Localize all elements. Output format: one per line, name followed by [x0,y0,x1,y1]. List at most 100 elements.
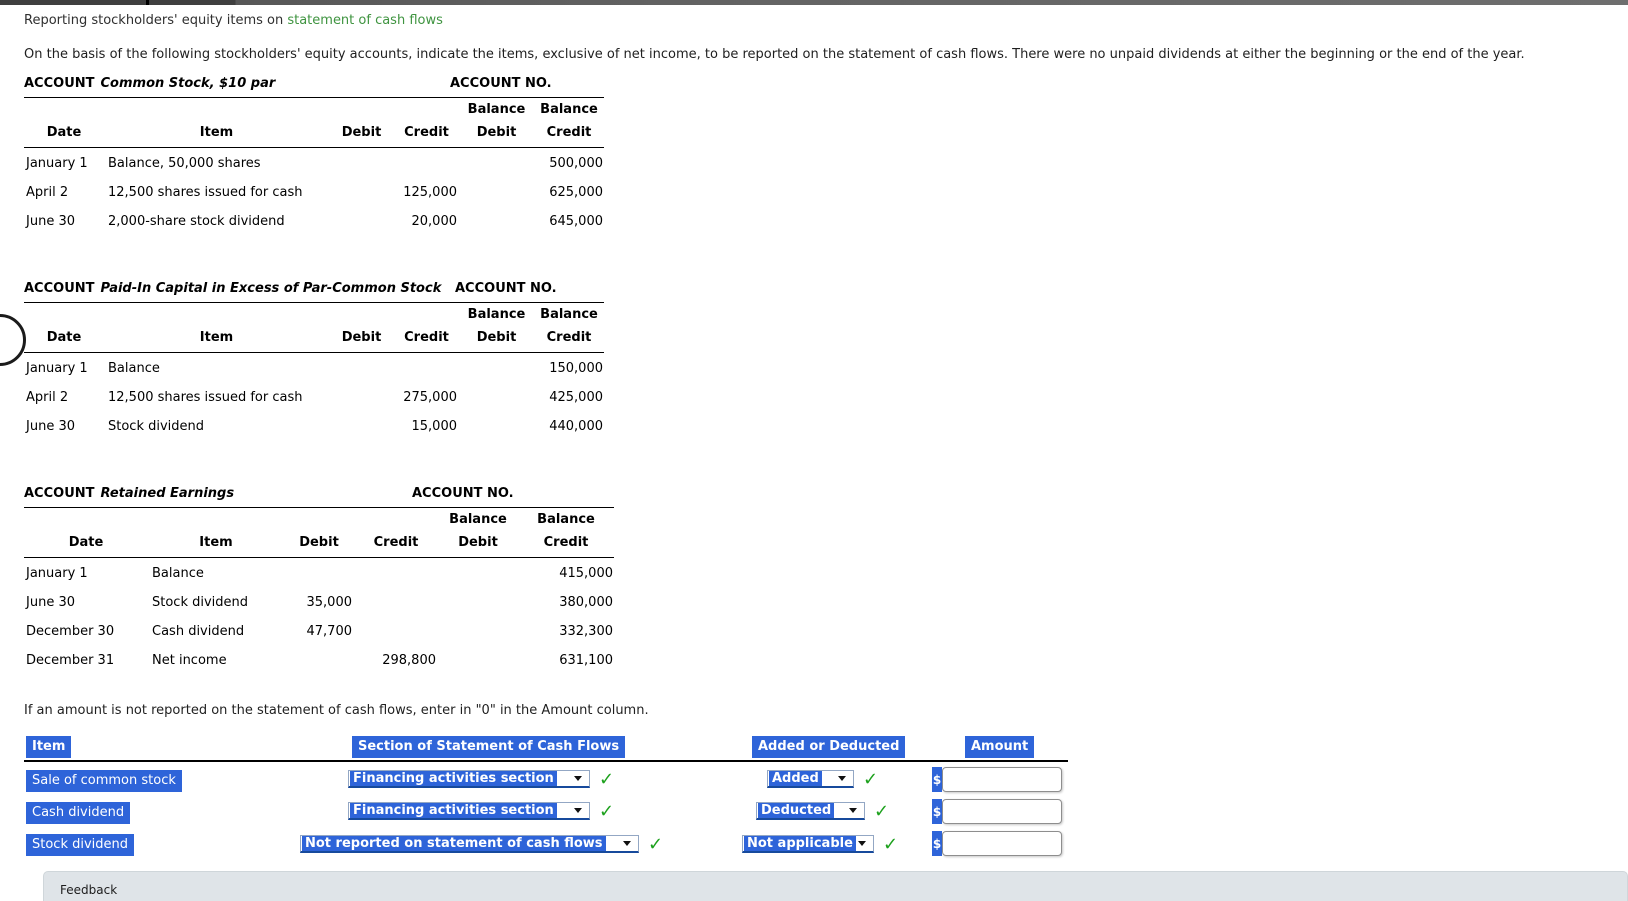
balance-credit-cell: 150,000 [549,361,603,376]
added-deducted-select-row2[interactable]: Deducted [756,802,865,820]
credit-cell: 275,000 [403,390,457,405]
date-cell: June 30 [26,595,75,610]
balance-debit-cell [459,362,534,376]
table-rule [24,557,614,558]
balance-credit-cell: 380,000 [559,595,613,610]
item-cell: Balance, 50,000 shares [108,156,261,171]
account-table-common-stock: ACCOUNT Common Stock, $10 par ACCOUNT NO.… [24,76,604,229]
item-header: Item [199,330,234,345]
cash-flows-link[interactable]: statement of cash flows [287,13,443,28]
section-select-row1-wrap: Financing activities section ✓ [348,770,614,788]
item-label-sale-of-common-stock: Sale of common stock [26,770,182,792]
item-cell: 2,000-share stock dividend [108,214,285,229]
date-header: Date [46,125,82,140]
balance-header: Balance [540,307,598,322]
account-label: ACCOUNT [24,486,95,501]
balance-header: Balance [449,512,507,527]
table-row: June 30 Stock dividend 15,000 440,000 [24,420,604,434]
credit-cell: 20,000 [411,214,458,229]
balance-debit-header: Debit [458,535,498,550]
debit-cell: 35,000 [306,595,353,610]
dropdown-arrow-icon [623,841,631,846]
balance-debit-header: Debit [476,125,517,140]
balance-header: Balance [540,102,598,117]
debit-cell [329,391,394,405]
section-select-value: Financing activities section [350,803,557,818]
amount-field-row2: $ [932,799,1062,824]
credit-cell: 298,800 [382,653,436,668]
amount-input-row1[interactable] [942,767,1062,792]
amount-input-row2[interactable] [942,799,1062,824]
date-cell: December 31 [26,653,115,668]
balance-debit-cell [438,567,518,581]
date-cell: June 30 [26,214,75,229]
table-row: April 2 12,500 shares issued for cash 27… [24,391,604,405]
section-select-row3[interactable]: Not reported on statement of cash flows [300,835,639,853]
section-select-row1[interactable]: Financing activities section [348,770,590,788]
debit-header: Debit [299,535,339,550]
item-cell: Stock dividend [108,419,205,434]
added-deducted-select-row3[interactable]: Not applicable [742,835,874,853]
correct-check-icon: ✓ [599,800,615,822]
balance-credit-cell: 425,000 [549,390,603,405]
date-cell: April 2 [26,185,69,200]
balance-debit-cell [459,420,534,434]
item-cell: Stock dividend [152,595,249,610]
balance-debit-cell [438,625,518,639]
table-row: June 30 2,000-share stock dividend 20,00… [24,215,604,229]
table-row: December 30 Cash dividend 47,700 332,300 [24,625,614,639]
balance-header: Balance [467,307,526,322]
balance-credit-cell: 440,000 [549,419,603,434]
account-table-retained-earnings: ACCOUNT Retained Earnings ACCOUNT NO. Bal… [24,486,614,668]
item-cell: 12,500 shares issued for cash [108,185,303,200]
item-cell: Balance [108,361,160,376]
date-header: Date [46,330,82,345]
table-row: April 2 12,500 shares issued for cash 12… [24,186,604,200]
item-cell: Net income [152,653,227,668]
amount-input-row3[interactable] [942,831,1062,856]
debit-cell [284,654,354,668]
section-select-value: Not reported on statement of cash flows [302,836,606,851]
balance-debit-cell [459,157,534,171]
amount-field-row3: $ [932,831,1062,856]
column-header-row: Date Item Debit Credit Debit Credit [24,126,604,140]
credit-cell [394,362,459,376]
added-deducted-select-row3-wrap: Not applicable ✓ [742,835,898,853]
account-header: ACCOUNT Common Stock, $10 par ACCOUNT NO. [24,76,604,98]
item-label-stock-dividend: Stock dividend [26,834,135,856]
account-no-label: ACCOUNT NO. [450,76,552,91]
date-cell: January 1 [26,566,88,581]
column-header-row: Date Item Debit Credit Debit Credit [24,331,604,345]
credit-cell [354,567,438,581]
balance-header: Balance [537,512,595,527]
debit-cell: 47,700 [306,624,353,639]
table-rule [24,352,604,353]
added-deducted-select-value: Not applicable [744,836,856,851]
debit-cell [329,215,394,229]
item-cell: Balance [152,566,204,581]
debit-cell [329,362,394,376]
item-cell: 12,500 shares issued for cash [108,390,303,405]
window-top-tick [146,0,149,5]
page-title-text: Reporting stockholders' equity items on [24,13,288,28]
section-select-row2[interactable]: Financing activities section [348,802,590,820]
table-row: June 30 Stock dividend 35,000 380,000 [24,596,614,610]
amount-field-row1: $ [932,767,1062,792]
added-deducted-select-row2-wrap: Deducted ✓ [756,802,889,820]
section-select-row2-wrap: Financing activities section ✓ [348,802,614,820]
added-deducted-select-row1[interactable]: Added [767,770,854,788]
instructions-text: On the basis of the following stockholde… [24,47,1525,62]
item-cell: Cash dividend [152,624,245,639]
dropdown-arrow-icon [574,776,582,781]
feedback-panel: Feedback [43,871,1628,901]
added-deducted-select-value: Added [769,771,822,786]
credit-cell: 15,000 [411,419,458,434]
column-header-added-deducted: Added or Deducted [752,736,906,758]
dollar-prefix: $ [932,799,942,824]
balance-header-row: Balance Balance [24,308,604,322]
account-name: Common Stock, $10 par [100,76,276,91]
item-header: Item [199,125,234,140]
credit-cell [354,596,438,610]
date-header: Date [68,535,104,550]
dropdown-arrow-icon [849,808,857,813]
